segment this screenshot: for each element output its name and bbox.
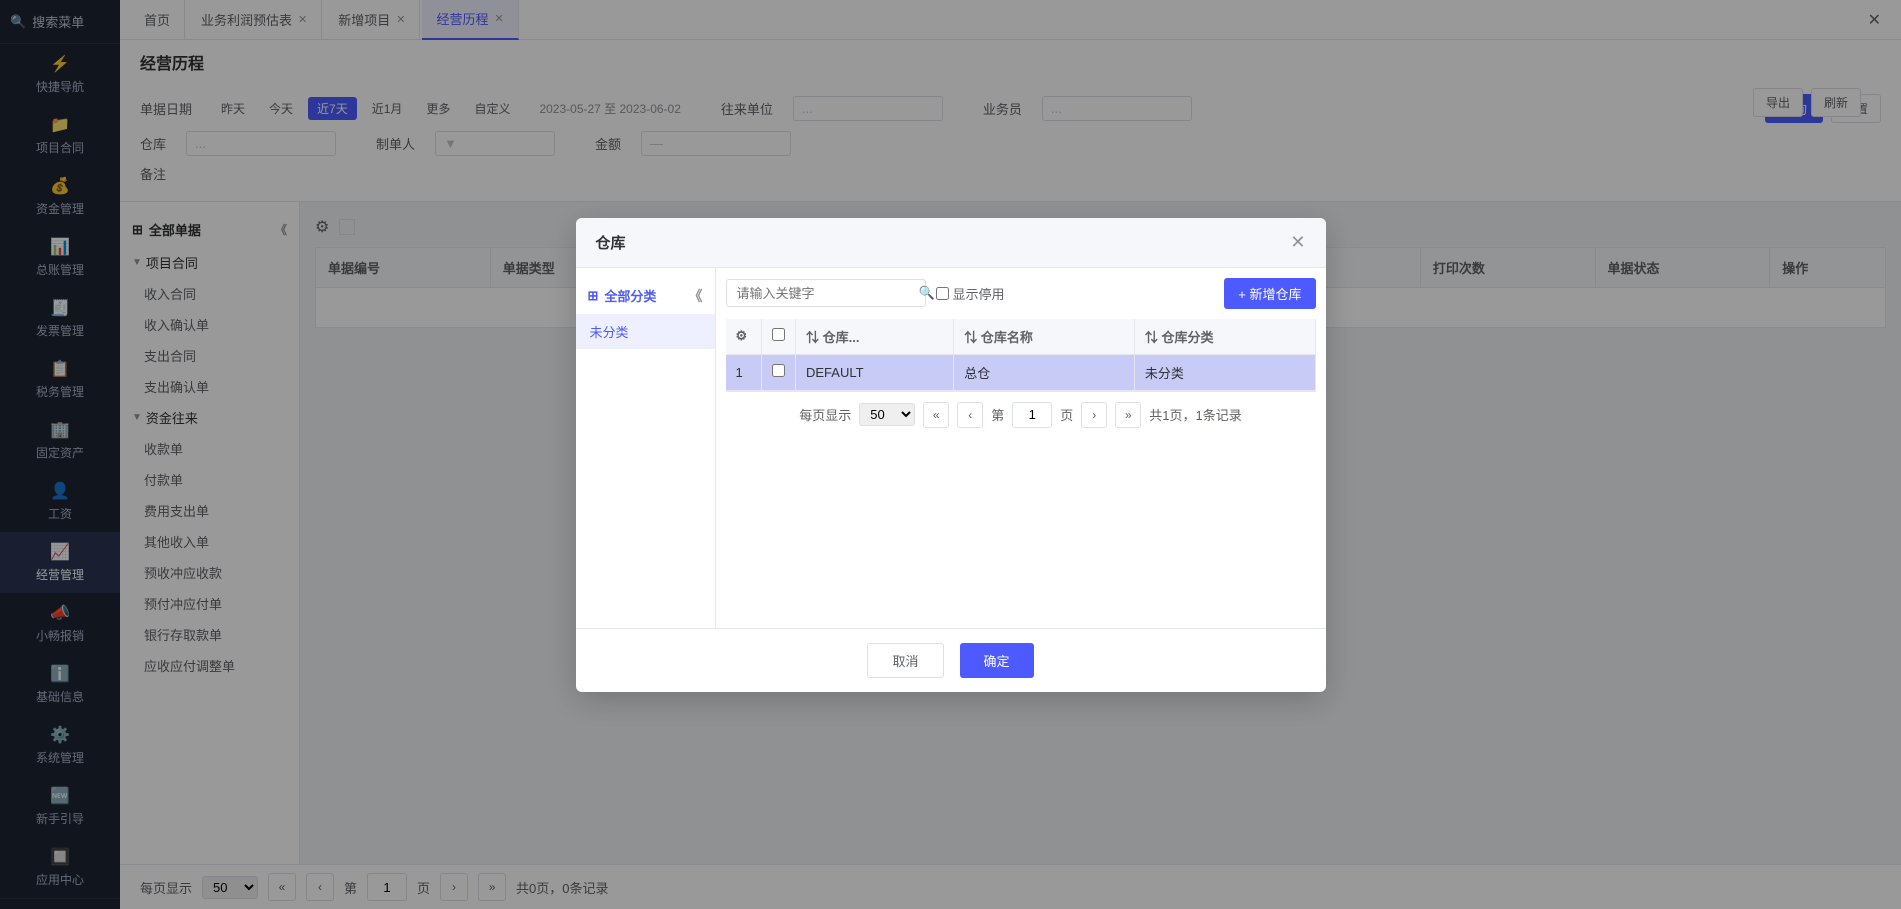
category-unclassified-label: 未分类: [590, 325, 629, 340]
cancel-button[interactable]: 取消: [867, 643, 943, 678]
sort-icon[interactable]: ⇅: [806, 330, 819, 345]
th-name: ⇅ 仓库名称: [954, 319, 1135, 355]
search-input[interactable]: [737, 286, 913, 301]
modal-last-page-btn[interactable]: »: [1115, 402, 1141, 428]
th-category: ⇅ 仓库分类: [1134, 319, 1315, 355]
table-toolbar: 🔍 显示停用 + 新增仓库: [726, 278, 1316, 309]
th-code: ⇅ 仓库...: [796, 319, 954, 355]
search-icon: 🔍: [919, 285, 935, 301]
th-checkbox-col: [762, 319, 796, 355]
show-disabled-checkbox[interactable]: [936, 287, 949, 300]
category-unclassified[interactable]: 未分类: [576, 314, 715, 349]
row-settings: 1: [726, 354, 762, 390]
show-disabled-text: 显示停用: [953, 284, 1005, 303]
modal-page-label: 第: [991, 405, 1004, 424]
select-all-checkbox[interactable]: [772, 328, 785, 341]
confirm-button[interactable]: 确定: [960, 643, 1034, 678]
category-all-label: 全部分类: [604, 286, 656, 305]
modal-next-page-btn[interactable]: ›: [1081, 402, 1107, 428]
category-collapse-arrow[interactable]: 《: [689, 286, 703, 306]
table-row[interactable]: 1 DEFAULT 总仓 未分类: [726, 354, 1316, 390]
modal-close-btn[interactable]: ✕: [1290, 232, 1305, 253]
table-panel: 🔍 显示停用 + 新增仓库 ⚙: [716, 268, 1326, 628]
modal-page-suffix: 页: [1060, 405, 1073, 424]
modal-page-input[interactable]: [1012, 402, 1052, 428]
category-all[interactable]: ⊞ 全部分类 《: [576, 278, 715, 314]
modal-header: 仓库 ✕: [576, 218, 1326, 268]
modal-page-size-select[interactable]: 50 10 20 100: [859, 403, 915, 426]
modal-prev-page-btn[interactable]: ‹: [957, 402, 983, 428]
add-warehouse-btn[interactable]: + 新增仓库: [1224, 278, 1315, 309]
modal-total-info: 共1页，1条记录: [1149, 405, 1241, 424]
th-settings: ⚙: [726, 319, 762, 355]
modal-title: 仓库: [596, 232, 1291, 253]
row-checkbox-input[interactable]: [772, 364, 785, 377]
grid-icon: ⊞: [588, 288, 599, 304]
category-panel: ⊞ 全部分类 《 未分类: [576, 268, 716, 628]
modal-pagination: 每页显示 50 10 20 100 « ‹ 第 页 › » 共1页，1条记录: [726, 391, 1316, 438]
show-disabled-label[interactable]: 显示停用: [936, 284, 1005, 303]
row-name: 总仓: [954, 354, 1135, 390]
row-checkbox[interactable]: [762, 354, 796, 390]
sort-icon[interactable]: ⇅: [964, 330, 977, 345]
sort-icon[interactable]: ⇅: [1145, 330, 1158, 345]
modal-table: ⚙ ⇅ 仓库... ⇅ 仓库名称: [726, 319, 1316, 391]
search-box: 🔍: [726, 279, 926, 307]
modal-body: ⊞ 全部分类 《 未分类 🔍 显示停用 + 新增仓库: [576, 268, 1326, 628]
gear-icon: ⚙: [736, 328, 748, 343]
modal-footer: 取消 确定: [576, 628, 1326, 692]
row-category: 未分类: [1134, 354, 1315, 390]
row-code: DEFAULT: [796, 354, 954, 390]
modal-first-page-btn[interactable]: «: [923, 402, 949, 428]
warehouse-modal: 仓库 ✕ ⊞ 全部分类 《 未分类 🔍 显示停用: [576, 218, 1326, 692]
modal-page-size-label: 每页显示: [799, 405, 851, 424]
